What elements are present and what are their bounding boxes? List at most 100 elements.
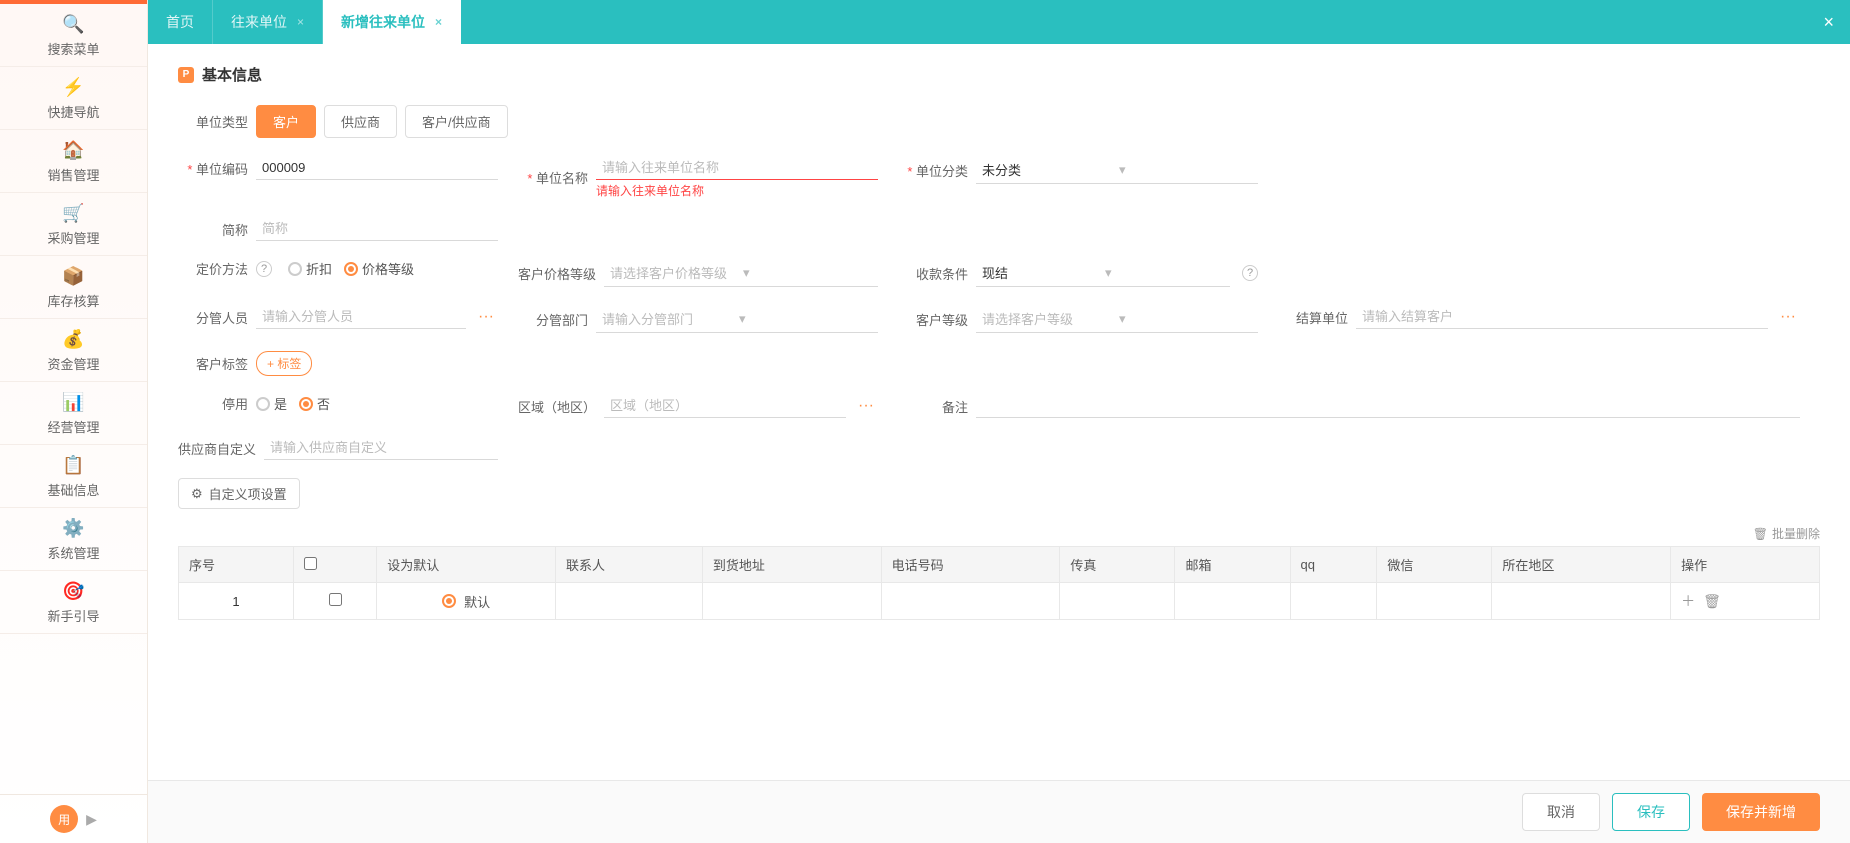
tab-home[interactable]: 首页 xyxy=(148,0,213,44)
col-phone: 电话号码 xyxy=(881,547,1060,583)
sidebar-item-purchase[interactable]: 🛒 采购管理 xyxy=(0,193,147,256)
unit-category-select[interactable]: 未分类 ▾ xyxy=(976,156,1258,184)
unit-type-both-btn[interactable]: 客户/供应商 xyxy=(405,105,508,138)
sidebar-item-label: 销售管理 xyxy=(47,165,99,184)
tab-new-partner[interactable]: 新增往来单位 × xyxy=(323,0,461,44)
row-checkbox[interactable] xyxy=(329,593,342,606)
sidebar-item-guide[interactable]: 🎯 新手引导 xyxy=(0,571,147,634)
disabled-yes-radio[interactable]: 是 xyxy=(256,394,287,413)
tab-new-partner-close[interactable]: × xyxy=(435,15,442,29)
table-header: 序号 设为默认 联系人 到货地址 电话号码 传真 邮箱 qq 微信 所在地区 操… xyxy=(179,547,1820,583)
unit-name-label: 单位名称 xyxy=(518,168,588,187)
add-row-icon[interactable]: ＋ xyxy=(1681,591,1695,611)
custom-settings-button[interactable]: ⚙ 自定义项设置 xyxy=(178,478,300,509)
unit-type-label: 单位类型 xyxy=(178,112,248,131)
sidebar-item-system[interactable]: ⚙️ 系统管理 xyxy=(0,508,147,571)
table-body: 1 默认 xyxy=(179,583,1820,620)
department-label: 分管部门 xyxy=(518,310,588,329)
cell-email xyxy=(1175,583,1290,620)
region-field: 区域（地区） ··· xyxy=(518,394,898,418)
region-input[interactable] xyxy=(604,394,846,418)
tag-add-button[interactable]: + 标签 xyxy=(256,351,312,376)
sidebar-bottom: 用 ▶ xyxy=(0,794,147,843)
sidebar-item-operations[interactable]: 📊 经营管理 xyxy=(0,382,147,445)
sidebar-item-label: 基础信息 xyxy=(47,480,99,499)
main-close-button[interactable]: × xyxy=(1807,0,1850,44)
tab-partner[interactable]: 往来单位 × xyxy=(213,0,323,44)
row-manager: 分管人员 ··· 分管部门 请输入分管部门 ▾ 客户等级 请选择客户等级 ▾ 结… xyxy=(178,305,1820,333)
customer-price-level-select[interactable]: 请选择客户价格等级 ▾ xyxy=(604,259,878,287)
discount-circle xyxy=(288,262,302,276)
payment-terms-label: 收款条件 xyxy=(898,264,968,283)
sidebar-item-inventory[interactable]: 📦 库存核算 xyxy=(0,256,147,319)
default-radio[interactable]: 默认 xyxy=(387,592,545,611)
sidebar-item-quick-nav[interactable]: ⚡ 快捷导航 xyxy=(0,67,147,130)
tab-new-partner-label: 新增往来单位 xyxy=(341,12,425,32)
cell-contact xyxy=(556,583,703,620)
pricing-method-field: 定价方法 ? 折扣 价格等级 xyxy=(178,259,518,278)
payment-terms-select[interactable]: 现结 ▾ xyxy=(976,259,1230,287)
customer-level-select[interactable]: 请选择客户等级 ▾ xyxy=(976,305,1258,333)
sidebar-item-basic-info[interactable]: 📋 基础信息 xyxy=(0,445,147,508)
delete-row-icon[interactable]: 🗑 xyxy=(1703,593,1721,610)
pricing-method-label: 定价方法 xyxy=(178,259,248,278)
save-new-button[interactable]: 保存并新增 xyxy=(1702,793,1820,831)
sidebar-expand-icon[interactable]: ▶ xyxy=(86,811,97,828)
row-customer-tags: 客户标签 + 标签 xyxy=(178,351,1820,376)
batch-delete-button[interactable]: 🗑 批量删除 xyxy=(1753,525,1820,542)
customer-level-chevron: ▾ xyxy=(1119,311,1252,327)
row-code-name-category: 单位编码 单位名称 请输入往来单位名称 单位分类 未分类 ▾ xyxy=(178,156,1820,199)
unit-name-input[interactable] xyxy=(596,156,878,180)
sidebar-item-sales[interactable]: 🏠 销售管理 xyxy=(0,130,147,193)
manager-input[interactable] xyxy=(256,305,466,329)
settlement-more-btn[interactable]: ··· xyxy=(1776,308,1800,326)
select-all-checkbox[interactable] xyxy=(304,557,317,570)
payment-terms-help-icon[interactable]: ? xyxy=(1242,265,1258,281)
batch-delete-label: 批量删除 xyxy=(1772,525,1820,542)
unit-code-input[interactable] xyxy=(256,156,498,180)
search-icon: 🔍 xyxy=(62,14,84,35)
unit-category-chevron: ▾ xyxy=(1119,162,1252,178)
row-supplier-custom: 供应商自定义 xyxy=(178,436,1820,460)
no-label: 否 xyxy=(317,394,330,413)
disabled-field: 停用 是 否 xyxy=(178,394,518,413)
sidebar-item-finance[interactable]: 💰 资金管理 xyxy=(0,319,147,382)
disabled-radio-group: 是 否 xyxy=(256,394,330,413)
unit-name-input-wrap: 请输入往来单位名称 xyxy=(596,156,878,199)
col-no: 序号 xyxy=(179,547,294,583)
save-button[interactable]: 保存 xyxy=(1612,793,1690,831)
discount-label: 折扣 xyxy=(306,259,332,278)
unit-type-row: 单位类型 客户 供应商 客户/供应商 xyxy=(178,105,1820,138)
section-title-icon: P xyxy=(178,67,194,83)
settlement-unit-input[interactable] xyxy=(1356,305,1768,329)
region-more-btn[interactable]: ··· xyxy=(854,397,878,415)
no-dot xyxy=(303,401,309,407)
pricing-grade-radio[interactable]: 价格等级 xyxy=(344,259,414,278)
pricing-discount-radio[interactable]: 折扣 xyxy=(288,259,332,278)
pricing-help-icon[interactable]: ? xyxy=(256,261,272,277)
unit-type-supplier-btn[interactable]: 供应商 xyxy=(324,105,397,138)
avatar[interactable]: 用 xyxy=(50,805,78,833)
custom-settings-label: 自定义项设置 xyxy=(209,484,287,503)
tab-partner-close[interactable]: × xyxy=(297,15,304,29)
department-select[interactable]: 请输入分管部门 ▾ xyxy=(596,305,878,333)
cell-address xyxy=(702,583,881,620)
system-icon: ⚙️ xyxy=(62,518,84,539)
manager-more-btn[interactable]: ··· xyxy=(474,308,498,326)
unit-type-customer-btn[interactable]: 客户 xyxy=(256,105,316,138)
no-circle xyxy=(299,397,313,411)
settings-gear-icon: ⚙ xyxy=(191,486,203,502)
remark-input[interactable] xyxy=(976,394,1800,418)
sidebar-item-label: 系统管理 xyxy=(47,543,99,562)
col-wechat: 微信 xyxy=(1377,547,1492,583)
sidebar-item-label: 搜索菜单 xyxy=(47,39,99,58)
short-name-input[interactable] xyxy=(256,217,498,241)
supplier-custom-input[interactable] xyxy=(264,436,498,460)
cell-action: ＋ 🗑 xyxy=(1671,583,1820,620)
customer-level-field: 客户等级 请选择客户等级 ▾ xyxy=(898,305,1278,333)
payment-terms-chevron: ▾ xyxy=(1105,265,1224,281)
department-field: 分管部门 请输入分管部门 ▾ xyxy=(518,305,898,333)
sidebar-item-search[interactable]: 🔍 搜索菜单 xyxy=(0,4,147,67)
cancel-button[interactable]: 取消 xyxy=(1522,793,1600,831)
disabled-no-radio[interactable]: 否 xyxy=(299,394,330,413)
